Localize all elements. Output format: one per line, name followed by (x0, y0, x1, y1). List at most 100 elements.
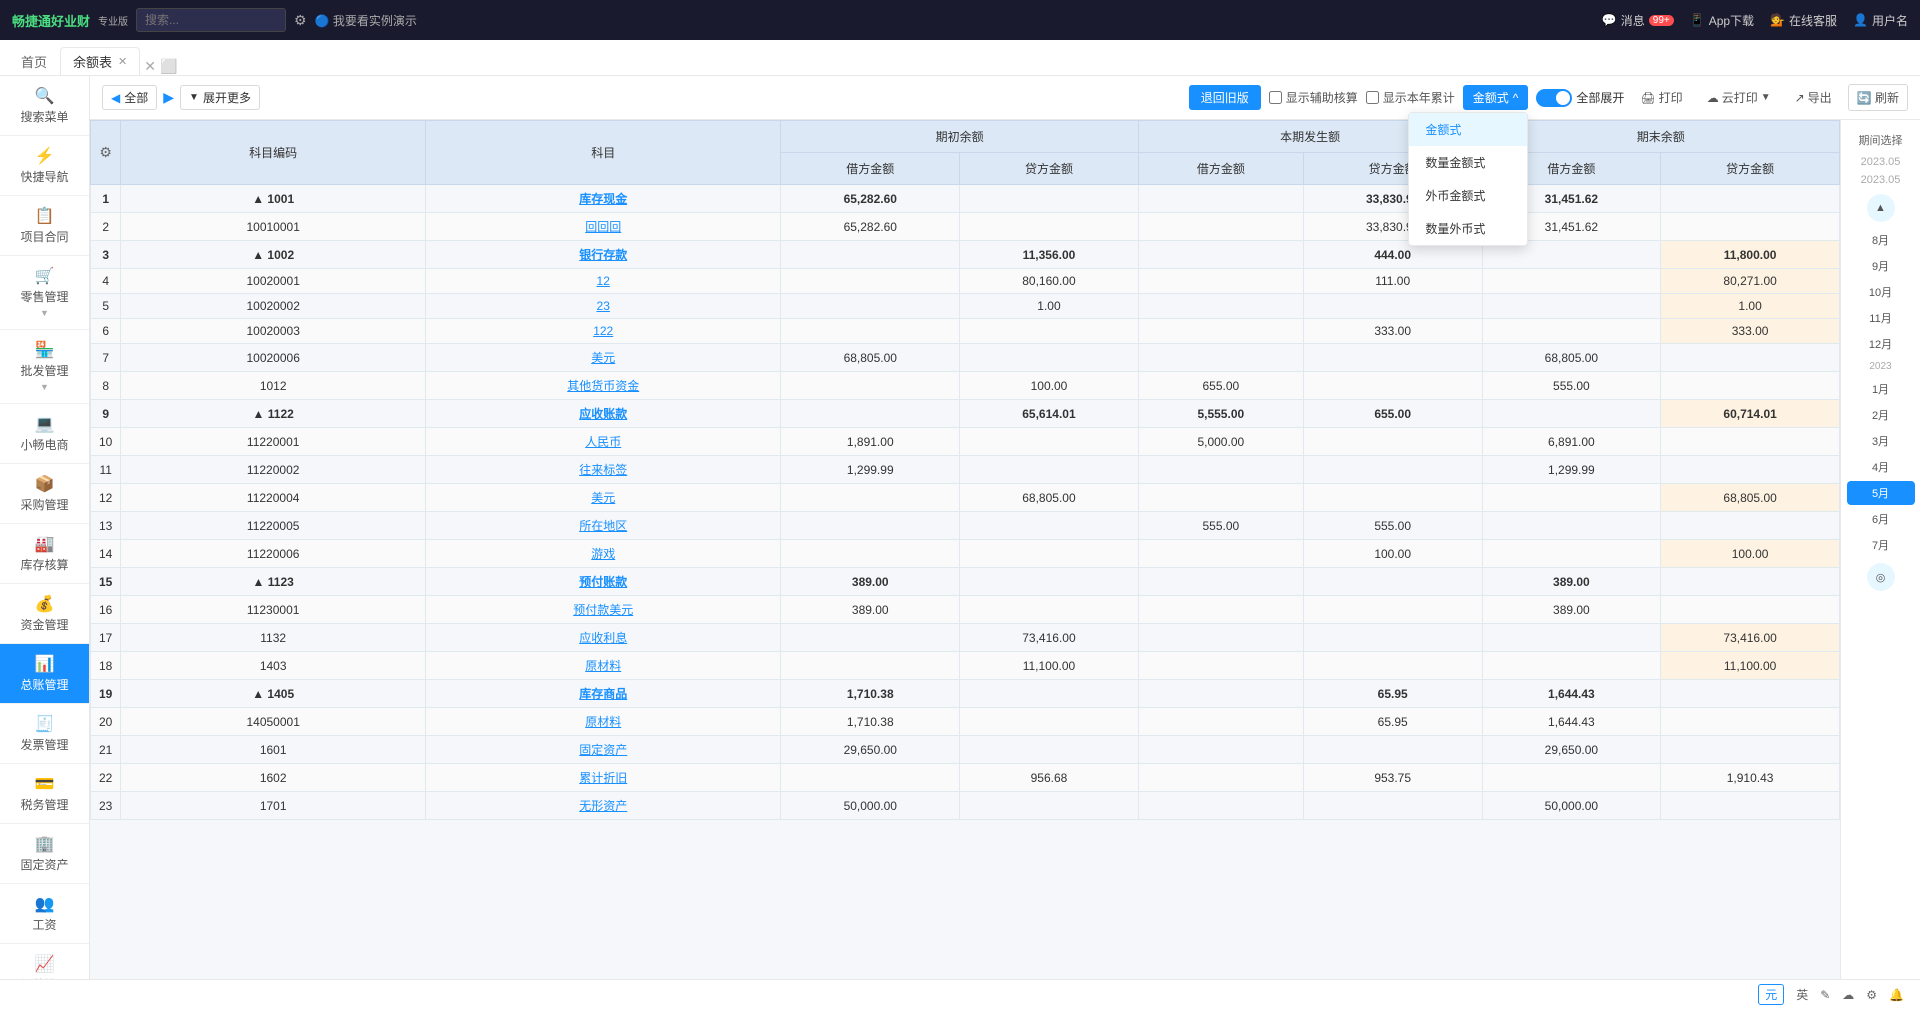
sidebar-item-retail[interactable]: 🛒 零售管理 ▼ (0, 256, 89, 330)
cell-name[interactable]: 预付账款 (426, 568, 781, 596)
cell-period_debit (1138, 652, 1303, 680)
cloud-print-btn[interactable]: ☁ 云打印 ▼ (1699, 85, 1779, 110)
service-btn[interactable]: 💁 在线客服 (1770, 12, 1837, 29)
period-9[interactable]: 9月 (1847, 254, 1915, 278)
bottom-yuan-icon[interactable]: 元 (1758, 984, 1784, 1005)
cell-name[interactable]: 预付款美元 (426, 596, 781, 624)
cell-name[interactable]: 库存现金 (426, 185, 781, 213)
cell-name[interactable]: 无形资产 (426, 792, 781, 820)
cell-name[interactable]: 库存商品 (426, 680, 781, 708)
panel-down-icon[interactable]: ◎ (1867, 563, 1895, 591)
user-btn[interactable]: 👤 用户名 (1853, 12, 1908, 29)
ytd-checkbox-input[interactable] (1366, 91, 1379, 104)
sidebar-item-inventory[interactable]: 🏭 库存核算 (0, 524, 89, 584)
cell-name[interactable]: 23 (426, 294, 781, 319)
dropdown-item-amount[interactable]: 金额式 (1409, 113, 1527, 146)
message-btn[interactable]: 💬 消息 99+ (1602, 12, 1674, 29)
show-aux-checkbox[interactable]: 显示辅助核算 (1269, 89, 1358, 106)
settings-icon[interactable]: ⚙ (294, 12, 307, 29)
sidebar-item-ecommerce[interactable]: 💻 小畅电商 (0, 404, 89, 464)
period-4[interactable]: 4月 (1847, 455, 1915, 479)
th-open-credit: 贷方金额 (960, 153, 1139, 185)
sidebar-item-payroll[interactable]: 👥 工资 (0, 884, 89, 944)
cell-name[interactable]: 美元 (426, 484, 781, 512)
dropdown-item-qty-foreign[interactable]: 数量外币式 (1409, 212, 1527, 245)
cell-open_credit: 65,614.01 (960, 400, 1139, 428)
amount-style-wrapper: 金额式 ^ 金额式 数量金额式 外币金额式 数量外币式 (1463, 85, 1529, 110)
period-7[interactable]: 7月 (1847, 533, 1915, 557)
period-5[interactable]: 5月 (1847, 481, 1915, 505)
expand-btn[interactable]: ▼ 展开更多 (180, 85, 260, 110)
period-10[interactable]: 10月 (1847, 280, 1915, 304)
dropdown-item-foreign-amount[interactable]: 外币金额式 (1409, 179, 1527, 212)
sidebar-item-asset[interactable]: 🏢 固定资产 (0, 824, 89, 884)
tab-home[interactable]: 首页 (8, 47, 60, 75)
bottom-lang-icon[interactable]: 英 (1796, 986, 1808, 1003)
cell-open_debit (781, 652, 960, 680)
expand-icon-right[interactable]: ⬜ (160, 58, 177, 75)
cell-name[interactable]: 原材料 (426, 652, 781, 680)
sidebar-item-invoice[interactable]: 🧾 发票管理 (0, 704, 89, 764)
sidebar-item-ledger[interactable]: 📊 总账管理 (0, 644, 89, 704)
cell-name[interactable]: 往来标签 (426, 456, 781, 484)
column-settings-icon[interactable]: ⚙ (99, 144, 112, 160)
expand-all-toggle[interactable]: 全部展开 (1536, 89, 1624, 107)
cell-name[interactable]: 应收利息 (426, 624, 781, 652)
panel-up-icon[interactable]: ▲ (1867, 194, 1895, 222)
cell-name[interactable]: 游戏 (426, 540, 781, 568)
cell-period_debit (1138, 294, 1303, 319)
sidebar-item-quicknav[interactable]: ⚡ 快捷导航 (0, 136, 89, 196)
sidebar-item-capital[interactable]: 💰 资金管理 (0, 584, 89, 644)
download-btn[interactable]: 📱 App下载 (1690, 12, 1754, 29)
cell-name[interactable]: 原材料 (426, 708, 781, 736)
cell-name[interactable]: 银行存款 (426, 241, 781, 269)
return-old-btn[interactable]: 退回旧版 (1189, 85, 1261, 110)
bottom-cloud-icon[interactable]: ☁ (1842, 988, 1854, 1002)
close-icon-right[interactable]: ✕ (144, 58, 156, 75)
sidebar-item-search[interactable]: 🔍 搜索菜单 (0, 76, 89, 136)
table-wrapper: ⚙ 科目编码 科目 期初余额 本期发生额 期末余额 借方金额 贷方金额 借方金额 (90, 120, 1840, 979)
cell-name[interactable]: 122 (426, 319, 781, 344)
amount-style-btn[interactable]: 金额式 ^ (1463, 85, 1529, 110)
bottom-bell-icon[interactable]: 🔔 (1889, 988, 1904, 1002)
period-11[interactable]: 11月 (1847, 306, 1915, 330)
cell-name[interactable]: 美元 (426, 344, 781, 372)
cell-name[interactable]: 12 (426, 269, 781, 294)
period-2[interactable]: 2月 (1847, 403, 1915, 427)
cell-name[interactable]: 其他货币资金 (426, 372, 781, 400)
period-12[interactable]: 12月 (1847, 332, 1915, 356)
top-search-input[interactable] (136, 8, 286, 32)
sidebar-item-purchase[interactable]: 📦 采购管理 (0, 464, 89, 524)
cell-name[interactable]: 应收账款 (426, 400, 781, 428)
export-btn[interactable]: ↗ 导出 (1787, 85, 1840, 110)
refresh-btn[interactable]: 🔄 刷新 (1848, 84, 1908, 111)
period-1[interactable]: 1月 (1847, 377, 1915, 401)
tab-balance[interactable]: 余额表 ✕ (60, 47, 140, 75)
period-8[interactable]: 8月 (1847, 228, 1915, 252)
cell-name[interactable]: 人民币 (426, 428, 781, 456)
toggle-control[interactable] (1536, 89, 1572, 107)
sidebar-item-tax[interactable]: 💳 税务管理 (0, 764, 89, 824)
show-ytd-checkbox[interactable]: 显示本年累计 (1366, 89, 1455, 106)
aux-checkbox-input[interactable] (1269, 91, 1282, 104)
cell-close_debit (1482, 484, 1661, 512)
sidebar-item-ops[interactable]: 📈 经营管理 (0, 944, 89, 979)
cell-code: 10020002 (121, 294, 426, 319)
sidebar-item-wholesale[interactable]: 🏪 批发管理 ▼ (0, 330, 89, 404)
bottom-gear-icon[interactable]: ⚙ (1866, 988, 1877, 1002)
period-3[interactable]: 3月 (1847, 429, 1915, 453)
demo-link[interactable]: 🔵 我要看实例演示 (315, 12, 417, 29)
cell-name[interactable]: 固定资产 (426, 736, 781, 764)
tab-balance-close[interactable]: ✕ (118, 55, 127, 68)
cell-name[interactable]: 累计折旧 (426, 764, 781, 792)
all-btn[interactable]: ◀ 全部 (102, 85, 157, 110)
th-account-name: 科目 (426, 121, 781, 185)
cell-name[interactable]: 所在地区 (426, 512, 781, 540)
dropdown-item-qty-amount[interactable]: 数量金额式 (1409, 146, 1527, 179)
bottom-edit-icon[interactable]: ✎ (1820, 988, 1830, 1002)
th-settings[interactable]: ⚙ (91, 121, 121, 185)
print-btn[interactable]: 🖨 打印 (1632, 85, 1690, 110)
sidebar-item-project[interactable]: 📋 项目合同 (0, 196, 89, 256)
cell-name[interactable]: 回回回 (426, 213, 781, 241)
period-6[interactable]: 6月 (1847, 507, 1915, 531)
